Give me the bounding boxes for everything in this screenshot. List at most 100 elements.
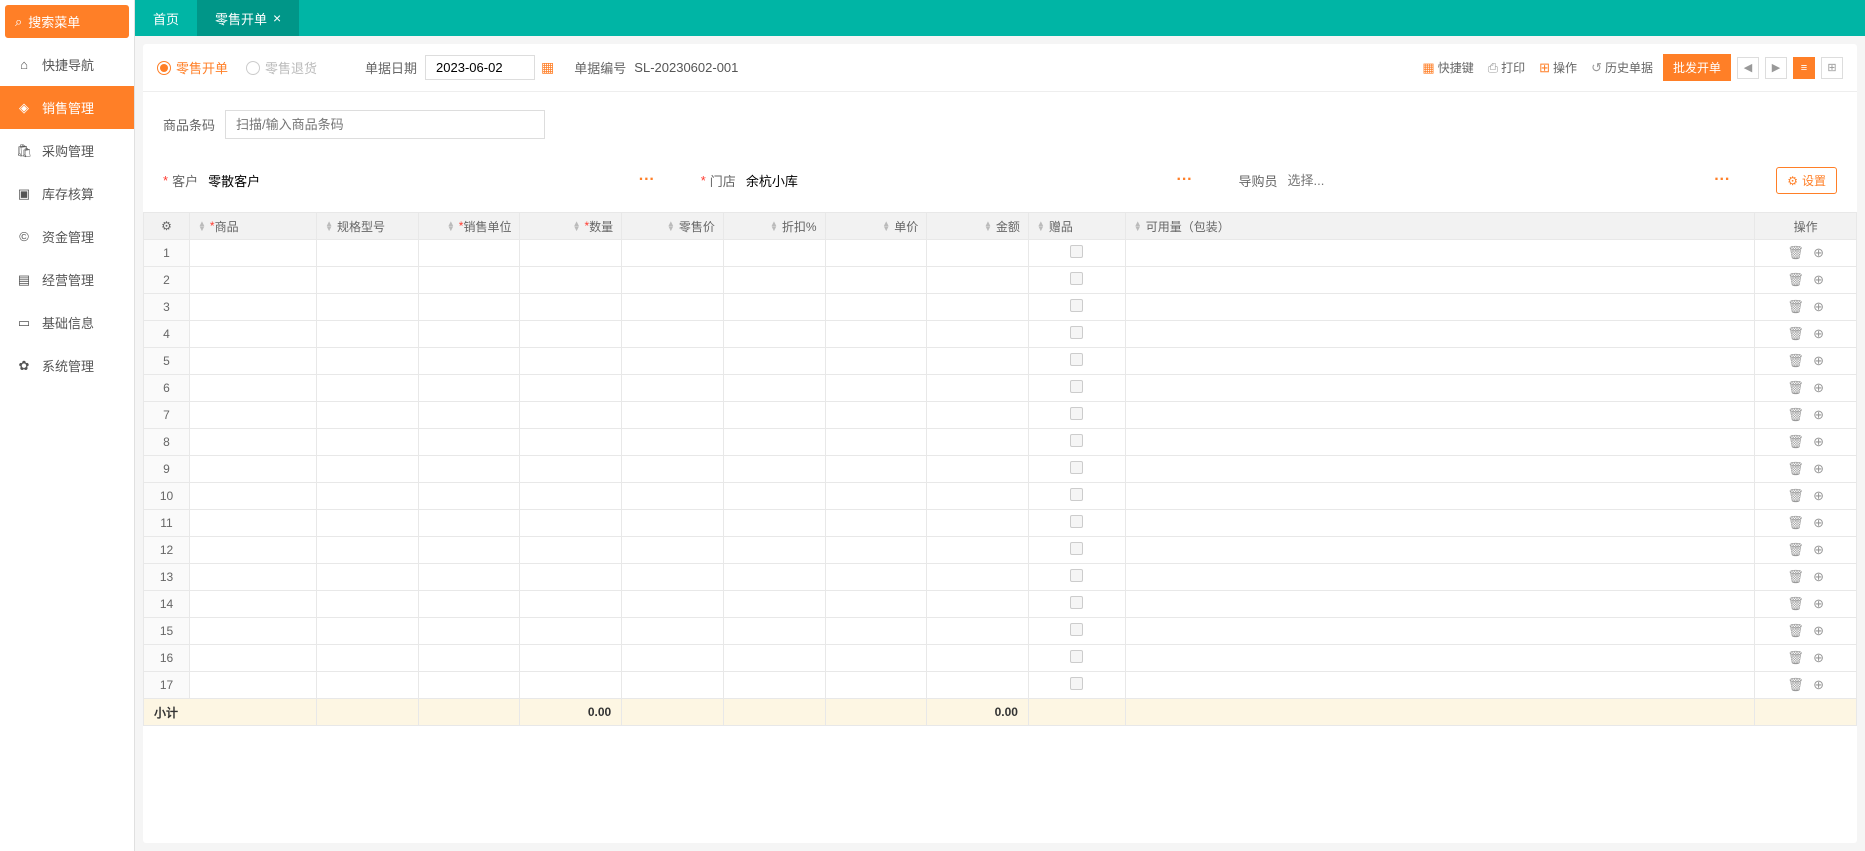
cell-spec[interactable] [317, 618, 419, 645]
add-icon[interactable]: ⊕ [1810, 488, 1827, 503]
checkbox-icon[interactable] [1070, 596, 1083, 609]
customer-input[interactable] [208, 171, 633, 190]
cell-price[interactable] [825, 672, 927, 699]
add-icon[interactable]: ⊕ [1810, 515, 1827, 530]
checkbox-icon[interactable] [1070, 461, 1083, 474]
cell-product[interactable] [190, 267, 317, 294]
add-icon[interactable]: ⊕ [1810, 272, 1827, 287]
cell-retail[interactable] [622, 456, 724, 483]
radio-retail-return[interactable]: 零售退货 [246, 58, 317, 77]
expand-button[interactable]: ⊞ [1821, 57, 1843, 79]
checkbox-icon[interactable] [1070, 515, 1083, 528]
cell-qty[interactable] [520, 267, 622, 294]
checkbox-icon[interactable] [1070, 380, 1083, 393]
radio-retail-order[interactable]: 零售开单 [157, 58, 228, 77]
cell-qty[interactable] [520, 537, 622, 564]
cell-retail[interactable] [622, 375, 724, 402]
cell-spec[interactable] [317, 483, 419, 510]
cell-amount[interactable] [927, 564, 1029, 591]
cell-price[interactable] [825, 591, 927, 618]
cell-retail[interactable] [622, 483, 724, 510]
cell-spec[interactable] [317, 591, 419, 618]
cell-unit[interactable] [418, 591, 520, 618]
cell-spec[interactable] [317, 267, 419, 294]
delete-icon[interactable]: 🗑 [1784, 461, 1807, 476]
table-row[interactable]: 3🗑 ⊕ [144, 294, 1857, 321]
cell-product[interactable] [190, 321, 317, 348]
checkbox-icon[interactable] [1070, 272, 1083, 285]
th-product[interactable]: ▲▼*商品 [190, 213, 317, 240]
table-row[interactable]: 10🗑 ⊕ [144, 483, 1857, 510]
sidebar-item-system[interactable]: ✿ 系统管理 [0, 344, 134, 387]
th-gear[interactable]: ⚙ [144, 213, 190, 240]
cell-price[interactable] [825, 564, 927, 591]
sidebar-item-basic[interactable]: ▭ 基础信息 [0, 301, 134, 344]
th-amount[interactable]: ▲▼金额 [927, 213, 1029, 240]
cell-unit[interactable] [418, 267, 520, 294]
cell-discount[interactable] [723, 591, 825, 618]
cell-price[interactable] [825, 456, 927, 483]
cell-product[interactable] [190, 618, 317, 645]
cell-product[interactable] [190, 510, 317, 537]
cell-gift[interactable] [1028, 294, 1125, 321]
cell-unit[interactable] [418, 321, 520, 348]
add-icon[interactable]: ⊕ [1810, 245, 1827, 260]
cell-unit[interactable] [418, 375, 520, 402]
cell-unit[interactable] [418, 564, 520, 591]
cell-retail[interactable] [622, 240, 724, 267]
cell-retail[interactable] [622, 645, 724, 672]
cell-gift[interactable] [1028, 564, 1125, 591]
table-row[interactable]: 9🗑 ⊕ [144, 456, 1857, 483]
cell-amount[interactable] [927, 240, 1029, 267]
cell-unit[interactable] [418, 348, 520, 375]
cell-qty[interactable] [520, 429, 622, 456]
cell-retail[interactable] [622, 402, 724, 429]
table-row[interactable]: 11🗑 ⊕ [144, 510, 1857, 537]
delete-icon[interactable]: 🗑 [1784, 272, 1807, 287]
cell-gift[interactable] [1028, 321, 1125, 348]
cell-amount[interactable] [927, 267, 1029, 294]
cell-retail[interactable] [622, 348, 724, 375]
delete-icon[interactable]: 🗑 [1784, 488, 1807, 503]
table-row[interactable]: 5🗑 ⊕ [144, 348, 1857, 375]
add-icon[interactable]: ⊕ [1810, 596, 1827, 611]
cell-spec[interactable] [317, 645, 419, 672]
cell-spec[interactable] [317, 564, 419, 591]
cell-amount[interactable] [927, 537, 1029, 564]
delete-icon[interactable]: 🗑 [1784, 353, 1807, 368]
cell-discount[interactable] [723, 483, 825, 510]
search-menu-button[interactable]: ⌕ 搜索菜单 [5, 5, 129, 38]
cell-spec[interactable] [317, 510, 419, 537]
sidebar-item-quicknav[interactable]: ⌂ 快捷导航 [0, 43, 134, 86]
cell-gift[interactable] [1028, 510, 1125, 537]
cell-qty[interactable] [520, 591, 622, 618]
cell-price[interactable] [825, 321, 927, 348]
table-row[interactable]: 4🗑 ⊕ [144, 321, 1857, 348]
cell-product[interactable] [190, 375, 317, 402]
cell-product[interactable] [190, 645, 317, 672]
tab-home[interactable]: 首页 [135, 0, 197, 36]
cell-unit[interactable] [418, 429, 520, 456]
cell-product[interactable] [190, 348, 317, 375]
cell-product[interactable] [190, 429, 317, 456]
cell-gift[interactable] [1028, 537, 1125, 564]
cell-discount[interactable] [723, 402, 825, 429]
cell-price[interactable] [825, 537, 927, 564]
cell-discount[interactable] [723, 564, 825, 591]
cell-price[interactable] [825, 429, 927, 456]
cell-retail[interactable] [622, 564, 724, 591]
cell-discount[interactable] [723, 456, 825, 483]
cell-gift[interactable] [1028, 267, 1125, 294]
sidebar-item-business[interactable]: ▤ 经营管理 [0, 258, 134, 301]
th-spec[interactable]: ▲▼规格型号 [317, 213, 419, 240]
cell-amount[interactable] [927, 348, 1029, 375]
cell-spec[interactable] [317, 429, 419, 456]
cell-qty[interactable] [520, 618, 622, 645]
cell-retail[interactable] [622, 510, 724, 537]
cell-discount[interactable] [723, 618, 825, 645]
th-price[interactable]: ▲▼单价 [825, 213, 927, 240]
batch-order-button[interactable]: 批发开单 [1663, 54, 1731, 81]
add-icon[interactable]: ⊕ [1810, 677, 1827, 692]
cell-unit[interactable] [418, 240, 520, 267]
cell-amount[interactable] [927, 375, 1029, 402]
